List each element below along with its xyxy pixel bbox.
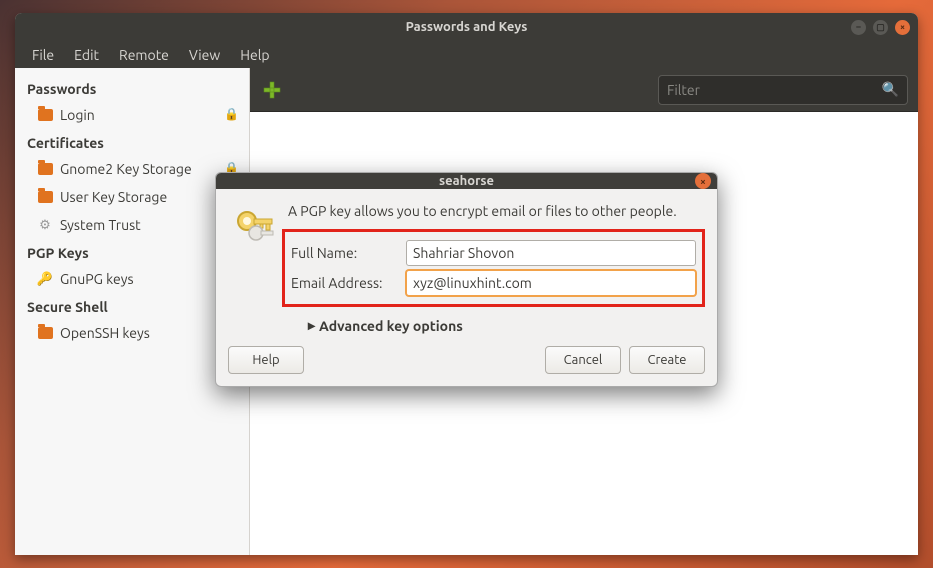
sidebar-item-label: Gnome2 Key Storage: [60, 160, 192, 178]
add-button[interactable]: [260, 78, 284, 102]
close-button[interactable]: ×: [895, 20, 910, 35]
dialog-close-button[interactable]: ×: [695, 173, 711, 189]
menu-edit[interactable]: Edit: [65, 44, 108, 66]
full-name-input[interactable]: [406, 240, 696, 266]
folder-icon: [37, 325, 53, 341]
advanced-label: Advanced key options: [319, 318, 463, 334]
email-input[interactable]: [406, 270, 696, 296]
dialog-body: A PGP key allows you to encrypt email or…: [216, 189, 717, 340]
search-icon: 🔍: [882, 81, 899, 98]
toolbar: 🔍: [250, 68, 918, 112]
lock-icon: 🔒: [224, 106, 239, 124]
pgp-key-dialog: seahorse × A PGP key allows you to encry…: [215, 172, 718, 387]
sidebar-heading-passwords: Passwords: [15, 75, 249, 101]
dialog-title: seahorse: [439, 174, 494, 188]
advanced-key-options[interactable]: ▸ Advanced key options: [288, 317, 697, 334]
sidebar-heading-secure-shell: Secure Shell: [15, 293, 249, 319]
disclosure-triangle-icon: ▸: [308, 317, 315, 334]
maximize-button[interactable]: ▢: [873, 20, 888, 35]
window-controls: – ▢ ×: [851, 20, 910, 35]
folder-icon: [37, 107, 53, 123]
dialog-fields: A PGP key allows you to encrypt email or…: [288, 203, 697, 334]
sidebar-item-label: System Trust: [60, 216, 141, 234]
sidebar-item-gnome2-key-storage[interactable]: Gnome2 Key Storage 🔒: [15, 155, 249, 183]
menu-view[interactable]: View: [180, 44, 229, 66]
sidebar-item-label: GnuPG keys: [60, 270, 134, 288]
sidebar-item-openssh-keys[interactable]: OpenSSH keys: [15, 319, 249, 347]
sidebar-item-login[interactable]: Login 🔒: [15, 101, 249, 129]
sidebar-item-label: Login: [60, 106, 95, 124]
gear-icon: ⚙: [37, 217, 53, 233]
sidebar-item-user-key-storage[interactable]: User Key Storage: [15, 183, 249, 211]
sidebar-item-label: User Key Storage: [60, 188, 167, 206]
key-icon: 🔑: [37, 271, 53, 287]
filter-input[interactable]: [667, 82, 882, 98]
sidebar-item-gnupg-keys[interactable]: 🔑 GnuPG keys: [15, 265, 249, 293]
folder-icon: [37, 161, 53, 177]
full-name-label: Full Name:: [291, 245, 406, 261]
dialog-buttons: Help Cancel Create: [216, 340, 717, 386]
folder-icon: [37, 189, 53, 205]
row-email: Email Address:: [291, 270, 696, 296]
filter-box[interactable]: 🔍: [658, 75, 908, 105]
sidebar-item-label: OpenSSH keys: [60, 324, 150, 342]
row-full-name: Full Name:: [291, 240, 696, 266]
minimize-button[interactable]: –: [851, 20, 866, 35]
dialog-description: A PGP key allows you to encrypt email or…: [288, 203, 697, 219]
window-title: Passwords and Keys: [406, 20, 528, 34]
email-label: Email Address:: [291, 275, 406, 291]
menu-file[interactable]: File: [23, 44, 63, 66]
sidebar-heading-pgp-keys: PGP Keys: [15, 239, 249, 265]
menu-remote[interactable]: Remote: [110, 44, 178, 66]
pgp-key-icon: [232, 203, 276, 247]
menubar: File Edit Remote View Help: [15, 41, 918, 68]
dialog-titlebar[interactable]: seahorse ×: [216, 173, 717, 189]
highlight-annotation: Full Name: Email Address:: [282, 229, 705, 307]
sidebar-item-system-trust[interactable]: ⚙ System Trust: [15, 211, 249, 239]
menu-help[interactable]: Help: [231, 44, 278, 66]
sidebar-heading-certificates: Certificates: [15, 129, 249, 155]
cancel-button[interactable]: Cancel: [545, 346, 621, 374]
titlebar[interactable]: Passwords and Keys – ▢ ×: [15, 13, 918, 41]
help-button[interactable]: Help: [228, 346, 304, 374]
create-button[interactable]: Create: [629, 346, 705, 374]
plus-icon: [262, 80, 282, 100]
